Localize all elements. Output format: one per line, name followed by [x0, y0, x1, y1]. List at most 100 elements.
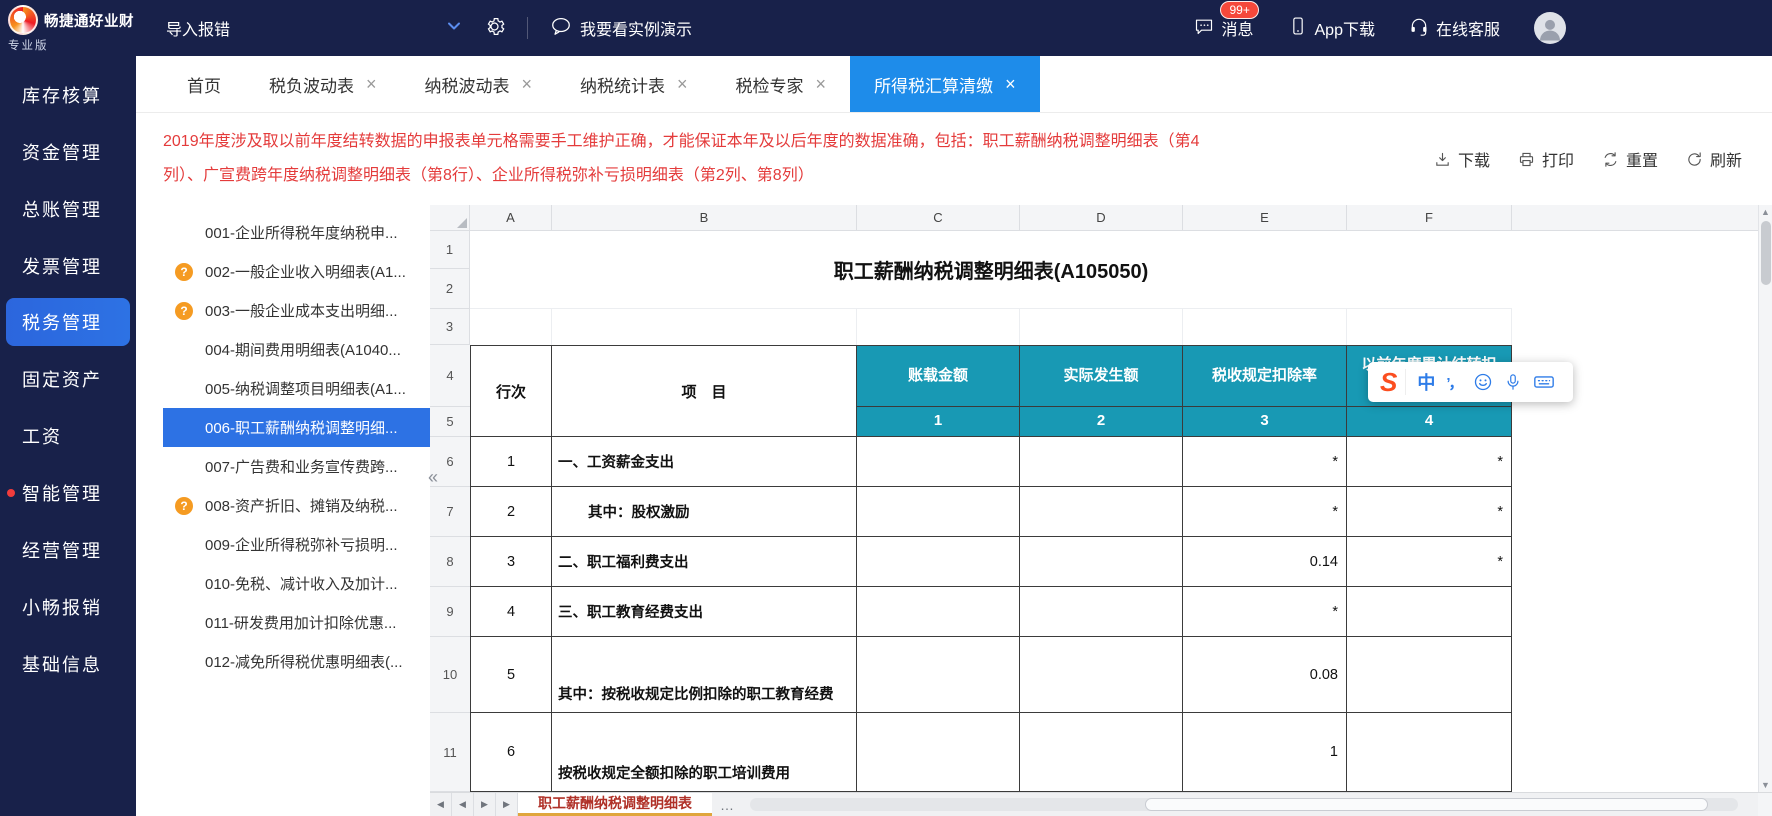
report-item-2[interactable]: ? 003-一般企业成本支出明细...	[163, 291, 430, 330]
report-item-0[interactable]: 001-企业所得税年度纳税申...	[163, 213, 430, 252]
cell-B11[interactable]: 按税收规定全额扣除的职工培训费用	[552, 713, 857, 792]
report-item-4[interactable]: 005-纳税调整项目明细表(A1...	[163, 369, 430, 408]
header-data-col-2[interactable]: 税收规定扣除率	[1183, 345, 1347, 407]
tab-1[interactable]: 税负波动表 ×	[245, 56, 401, 112]
column-header-C[interactable]: C	[857, 205, 1020, 231]
cell-E7[interactable]: *	[1183, 487, 1347, 537]
header-item-col[interactable]: 项 目	[552, 345, 857, 437]
header-col-number-1[interactable]: 2	[1020, 407, 1183, 437]
scroll-up-icon[interactable]: ▲	[1761, 205, 1770, 219]
row-header-10[interactable]: 10	[430, 637, 470, 713]
tab-3[interactable]: 纳税统计表 ×	[556, 56, 712, 112]
cell-C10[interactable]	[857, 637, 1020, 713]
cell-E11[interactable]: 1	[1183, 713, 1347, 792]
empty-cell[interactable]	[857, 309, 1020, 345]
online-service-button[interactable]: 在线客服	[1409, 16, 1500, 41]
cell-D7[interactable]	[1020, 487, 1183, 537]
messages-button[interactable]: 99+ 消息	[1194, 0, 1259, 41]
help-icon[interactable]: ?	[175, 496, 193, 515]
cell-E9[interactable]: *	[1183, 587, 1347, 637]
last-sheet-icon[interactable]: ▶	[496, 793, 518, 816]
sidebar-item-9[interactable]: 小畅报销	[0, 578, 136, 635]
header-data-col-0[interactable]: 账载金额	[857, 345, 1020, 407]
header-col-number-0[interactable]: 1	[857, 407, 1020, 437]
report-item-9[interactable]: 010-免税、减计收入及加计...	[163, 564, 430, 603]
tab-close-icon[interactable]: ×	[816, 75, 827, 93]
reset-button[interactable]: 重置	[1602, 147, 1658, 171]
next-sheet-icon[interactable]: ▶	[474, 793, 496, 816]
cell-B6[interactable]: 一、工资薪金支出	[552, 437, 857, 487]
cell-B8[interactable]: 二、职工福利费支出	[552, 537, 857, 587]
sidebar-item-6[interactable]: 工资	[0, 407, 136, 464]
tab-4[interactable]: 税检专家 ×	[712, 56, 851, 112]
cell-C6[interactable]	[857, 437, 1020, 487]
row-header-8[interactable]: 8	[430, 537, 470, 587]
cell-F9[interactable]	[1347, 587, 1512, 637]
sidebar-item-2[interactable]: 总账管理	[0, 180, 136, 237]
sidebar-item-0[interactable]: 库存核算	[0, 66, 136, 123]
sidebar-item-5[interactable]: 固定资产	[0, 350, 136, 407]
report-item-3[interactable]: 004-期间费用明细表(A1040...	[163, 330, 430, 369]
row-header-1[interactable]: 1	[430, 231, 470, 269]
cell-E6[interactable]: *	[1183, 437, 1347, 487]
report-item-6[interactable]: 007-广告费和业务宣传费跨...	[163, 447, 430, 486]
collapse-panel-button[interactable]: «	[424, 455, 442, 499]
cell-C9[interactable]	[857, 587, 1020, 637]
help-icon[interactable]: ?	[175, 262, 193, 281]
cell-B10[interactable]: 其中：按税收规定比例扣除的职工教育经费	[552, 637, 857, 713]
print-button[interactable]: 打印	[1518, 147, 1574, 171]
row-header-3[interactable]: 3	[430, 309, 470, 345]
cell-D6[interactable]	[1020, 437, 1183, 487]
empty-cell[interactable]	[552, 309, 857, 345]
row-header-11[interactable]: 11	[430, 713, 470, 792]
refresh-button[interactable]: 刷新	[1686, 147, 1742, 171]
sidebar-item-1[interactable]: 资金管理	[0, 123, 136, 180]
report-item-8[interactable]: 009-企业所得税弥补亏损明...	[163, 525, 430, 564]
empty-cell[interactable]	[1183, 309, 1347, 345]
cell-B9[interactable]: 三、职工教育经费支出	[552, 587, 857, 637]
tab-close-icon[interactable]: ×	[366, 75, 377, 93]
scroll-down-icon[interactable]: ▼	[1761, 778, 1770, 792]
tab-close-icon[interactable]: ×	[677, 75, 688, 93]
tab-close-icon[interactable]: ×	[522, 75, 533, 93]
cell-D10[interactable]	[1020, 637, 1183, 713]
ime-punctuation-toggle[interactable]: ’，	[1446, 372, 1463, 393]
sidebar-item-8[interactable]: 经营管理	[0, 521, 136, 578]
sogou-logo-icon[interactable]: S	[1380, 369, 1407, 395]
tab-5[interactable]: 所得税汇算清缴 ×	[850, 56, 1040, 112]
tab-close-icon[interactable]: ×	[1005, 75, 1016, 93]
microphone-icon[interactable]	[1504, 373, 1522, 391]
cell-D8[interactable]	[1020, 537, 1183, 587]
column-header-E[interactable]: E	[1183, 205, 1347, 231]
cell-A6[interactable]: 1	[470, 437, 552, 487]
horizontal-scrollbar[interactable]	[750, 798, 1738, 811]
cell-A9[interactable]: 4	[470, 587, 552, 637]
sheet-more-button[interactable]: …	[712, 793, 742, 816]
report-item-7[interactable]: ? 008-资产折旧、摊销及纳税...	[163, 486, 430, 525]
cell-D9[interactable]	[1020, 587, 1183, 637]
row-header-5[interactable]: 5	[430, 407, 470, 437]
cell-C11[interactable]	[857, 713, 1020, 792]
app-download-button[interactable]: App下载	[1288, 16, 1375, 41]
tab-0[interactable]: 首页	[163, 56, 245, 112]
cell-A7[interactable]: 2	[470, 487, 552, 537]
cell-E10[interactable]: 0.08	[1183, 637, 1347, 713]
demo-link[interactable]: 我要看实例演示	[550, 15, 692, 42]
report-item-10[interactable]: 011-研发费用加计扣除优惠...	[163, 603, 430, 642]
vertical-scrollbar[interactable]: ▲ ▼	[1758, 205, 1772, 792]
cell-F8[interactable]: *	[1347, 537, 1512, 587]
cell-F11[interactable]	[1347, 713, 1512, 792]
sidebar-item-4[interactable]: 税务管理	[6, 298, 130, 346]
report-item-1[interactable]: ? 002-一般企业收入明细表(A1...	[163, 252, 430, 291]
cell-A11[interactable]: 6	[470, 713, 552, 792]
cell-B7[interactable]: 其中：股权激励	[552, 487, 857, 537]
cell-F10[interactable]	[1347, 637, 1512, 713]
cell-F7[interactable]: *	[1347, 487, 1512, 537]
first-sheet-icon[interactable]: ◀	[430, 793, 452, 816]
cell-D11[interactable]	[1020, 713, 1183, 792]
cell-C8[interactable]	[857, 537, 1020, 587]
row-header-2[interactable]: 2	[430, 269, 470, 309]
vertical-scroll-thumb[interactable]	[1760, 221, 1771, 285]
download-button[interactable]: 下载	[1434, 147, 1490, 171]
empty-cell[interactable]	[1020, 309, 1183, 345]
